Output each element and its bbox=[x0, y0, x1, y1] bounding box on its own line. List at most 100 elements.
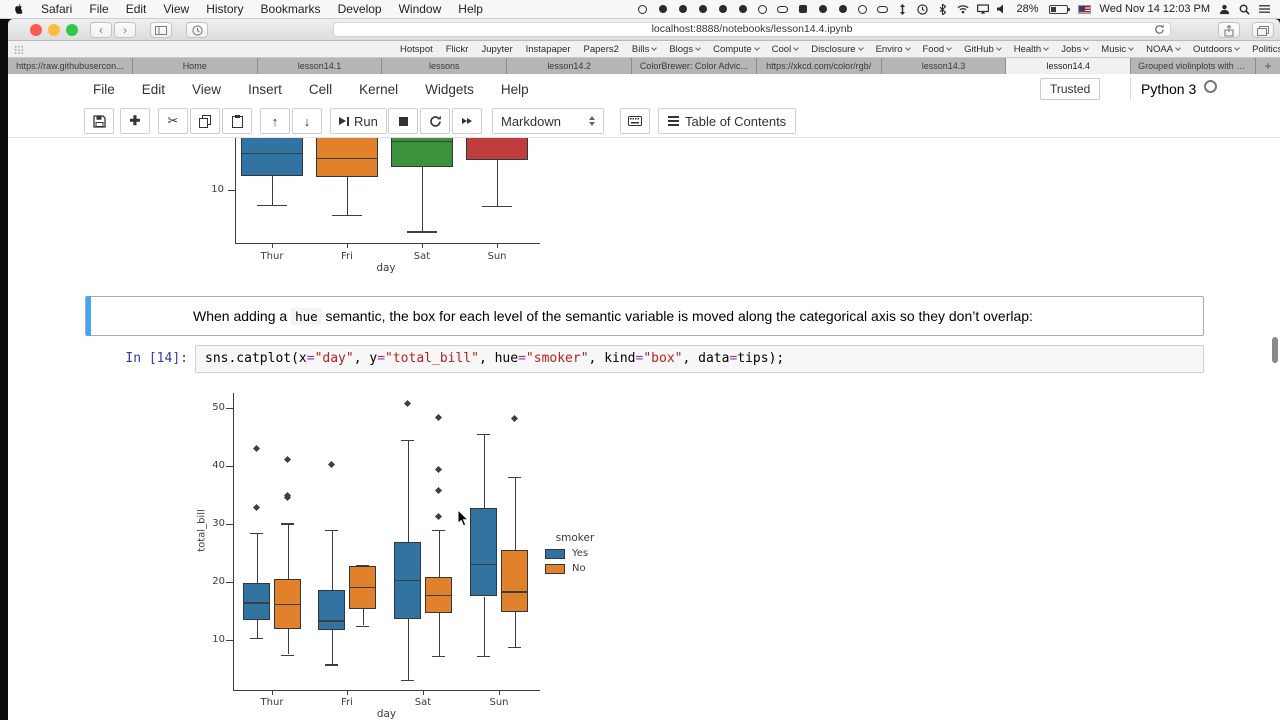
bookmark-food[interactable]: Food bbox=[923, 44, 952, 55]
nb-menu-kernel[interactable]: Kernel bbox=[359, 82, 398, 97]
menubar-item-bookmarks[interactable]: Bookmarks bbox=[261, 2, 321, 16]
color-wheel-icon[interactable] bbox=[657, 3, 669, 15]
address-bar[interactable]: localhost:8888/notebooks/lesson14.4.ipyn… bbox=[333, 22, 1171, 37]
screen-record-icon[interactable] bbox=[637, 3, 649, 15]
wifi-icon[interactable] bbox=[957, 3, 969, 15]
paste-cell-button[interactable] bbox=[222, 108, 252, 134]
window-close-button[interactable] bbox=[30, 24, 42, 36]
menubar-item-edit[interactable]: Edit bbox=[126, 2, 147, 16]
notification-center-icon[interactable] bbox=[1258, 3, 1270, 15]
bookmark-instapaper[interactable]: Instapaper bbox=[526, 44, 571, 55]
nb-menu-widgets[interactable]: Widgets bbox=[425, 82, 474, 97]
nb-menu-file[interactable]: File bbox=[93, 82, 115, 97]
menubar-item-view[interactable]: View bbox=[163, 2, 189, 16]
browser-tab-8[interactable]: lesson14.4 bbox=[1006, 58, 1132, 74]
restart-kernel-button[interactable] bbox=[420, 108, 450, 134]
bookmark-cool[interactable]: Cool bbox=[772, 44, 800, 55]
browser-tab-2[interactable]: lesson14.1 bbox=[257, 58, 383, 74]
bookmark-compute[interactable]: Compute bbox=[713, 44, 760, 55]
lock-icon[interactable] bbox=[697, 3, 709, 15]
insert-cell-button[interactable]: ✚ bbox=[120, 108, 150, 134]
bookmark-music[interactable]: Music bbox=[1101, 44, 1134, 55]
nb-menu-cell[interactable]: Cell bbox=[309, 82, 332, 97]
table-of-contents-button[interactable]: Table of Contents bbox=[658, 108, 797, 134]
bookmark-github[interactable]: GitHub bbox=[964, 44, 1002, 55]
bookmark-hotspot[interactable]: Hotspot bbox=[400, 44, 433, 55]
interrupt-kernel-button[interactable] bbox=[388, 108, 418, 134]
do-not-disturb-icon[interactable] bbox=[857, 3, 869, 15]
save-button[interactable] bbox=[84, 108, 114, 134]
bluetooth-icon[interactable] bbox=[937, 3, 949, 15]
window-zoom-button[interactable] bbox=[66, 24, 78, 36]
nb-menu-help[interactable]: Help bbox=[501, 82, 529, 97]
bookmark-disclosure[interactable]: Disclosure bbox=[811, 44, 864, 55]
reload-icon[interactable] bbox=[1154, 24, 1165, 35]
window-minimize-button[interactable] bbox=[48, 24, 60, 36]
user-icon[interactable] bbox=[1218, 3, 1230, 15]
menu-clock[interactable]: Wed Nov 14 12:03 PM bbox=[1100, 3, 1210, 15]
nb-menu-view[interactable]: View bbox=[192, 82, 221, 97]
forward-button[interactable]: › bbox=[114, 22, 136, 38]
bookmark-enviro[interactable]: Enviro bbox=[876, 44, 911, 55]
restart-run-all-button[interactable] bbox=[452, 108, 482, 134]
move-cell-down-button[interactable]: ↓ bbox=[292, 108, 322, 134]
swirl-icon[interactable] bbox=[737, 3, 749, 15]
airplay-icon[interactable] bbox=[976, 3, 989, 15]
browser-tab-3[interactable]: lessons bbox=[382, 58, 508, 74]
browser-tab-9[interactable]: Grouped violinplots with s... bbox=[1131, 58, 1256, 74]
spotlight-search-icon[interactable] bbox=[1238, 3, 1250, 15]
bookmark-jobs[interactable]: Jobs bbox=[1061, 44, 1090, 55]
bookmark-jupyter[interactable]: Jupyter bbox=[481, 44, 512, 55]
menubar-item-help[interactable]: Help bbox=[458, 2, 483, 16]
move-cell-up-button[interactable]: ↑ bbox=[260, 108, 290, 134]
bookmark-bills[interactable]: Bills bbox=[632, 44, 658, 55]
volume-icon[interactable] bbox=[997, 3, 1009, 15]
back-button[interactable]: ‹ bbox=[90, 22, 112, 38]
menubar-item-safari[interactable]: Safari bbox=[41, 2, 72, 16]
binoculars-icon[interactable] bbox=[877, 3, 889, 15]
share-icon[interactable] bbox=[1218, 22, 1240, 38]
markdown-cell[interactable]: When adding a hue semantic, the box for … bbox=[85, 296, 1204, 336]
zero-circle-icon[interactable] bbox=[757, 3, 769, 15]
bookmark-health[interactable]: Health bbox=[1014, 44, 1050, 55]
nb-menu-edit[interactable]: Edit bbox=[142, 82, 165, 97]
tab-overview-icon[interactable] bbox=[1252, 22, 1274, 38]
bookmarks-grid-icon[interactable] bbox=[14, 45, 24, 55]
cut-cell-button[interactable]: ✂ bbox=[158, 108, 188, 134]
cloud-upload-icon[interactable] bbox=[777, 3, 789, 15]
input-language-flag-icon[interactable] bbox=[1078, 3, 1092, 15]
browser-tab-4[interactable]: lesson14.2 bbox=[507, 58, 632, 74]
bookmark-noaa[interactable]: NOAA bbox=[1146, 44, 1181, 55]
command-palette-button[interactable] bbox=[620, 108, 650, 134]
bookmark-blogs[interactable]: Blogs bbox=[669, 44, 701, 55]
menubar-item-develop[interactable]: Develop bbox=[338, 2, 382, 16]
browser-tab-0[interactable]: https://raw.githubusercon... bbox=[8, 58, 133, 74]
trusted-badge[interactable]: Trusted bbox=[1040, 78, 1101, 100]
menubar-item-file[interactable]: File bbox=[89, 2, 108, 16]
clock-icon[interactable] bbox=[917, 3, 929, 15]
bookmark-flickr[interactable]: Flickr bbox=[446, 44, 469, 55]
browser-tab-6[interactable]: https://xkcd.com/color/rgb/ bbox=[756, 58, 882, 74]
scrollbar-thumb[interactable] bbox=[1272, 337, 1278, 363]
history-clock-icon[interactable] bbox=[186, 22, 208, 38]
tools-icon[interactable] bbox=[837, 3, 849, 15]
bookmark-papers2[interactable]: Papers2 bbox=[584, 44, 619, 55]
menubar-item-window[interactable]: Window bbox=[399, 2, 442, 16]
browser-tab-5[interactable]: ColorBrewer: Color Advic... bbox=[631, 58, 757, 74]
sidebar-icon[interactable] bbox=[150, 22, 172, 38]
menubar-item-history[interactable]: History bbox=[206, 2, 243, 16]
badge-icon[interactable] bbox=[797, 3, 809, 15]
bookmark-politics[interactable]: Politics bbox=[1252, 44, 1280, 55]
run-button[interactable]: Run bbox=[330, 108, 387, 134]
bird-icon[interactable] bbox=[717, 3, 729, 15]
battery-icon[interactable] bbox=[1047, 3, 1070, 15]
copy-cell-button[interactable] bbox=[190, 108, 220, 134]
browser-tab-1[interactable]: Home bbox=[132, 58, 258, 74]
arrows-vertical-icon[interactable] bbox=[897, 3, 909, 15]
bookmark-outdoors[interactable]: Outdoors bbox=[1193, 44, 1240, 55]
shield-icon[interactable] bbox=[817, 3, 829, 15]
nb-menu-insert[interactable]: Insert bbox=[248, 82, 282, 97]
apple-menu-icon[interactable] bbox=[12, 3, 24, 15]
cell-type-select[interactable]: Markdown bbox=[492, 108, 604, 134]
location-icon[interactable] bbox=[677, 3, 689, 15]
